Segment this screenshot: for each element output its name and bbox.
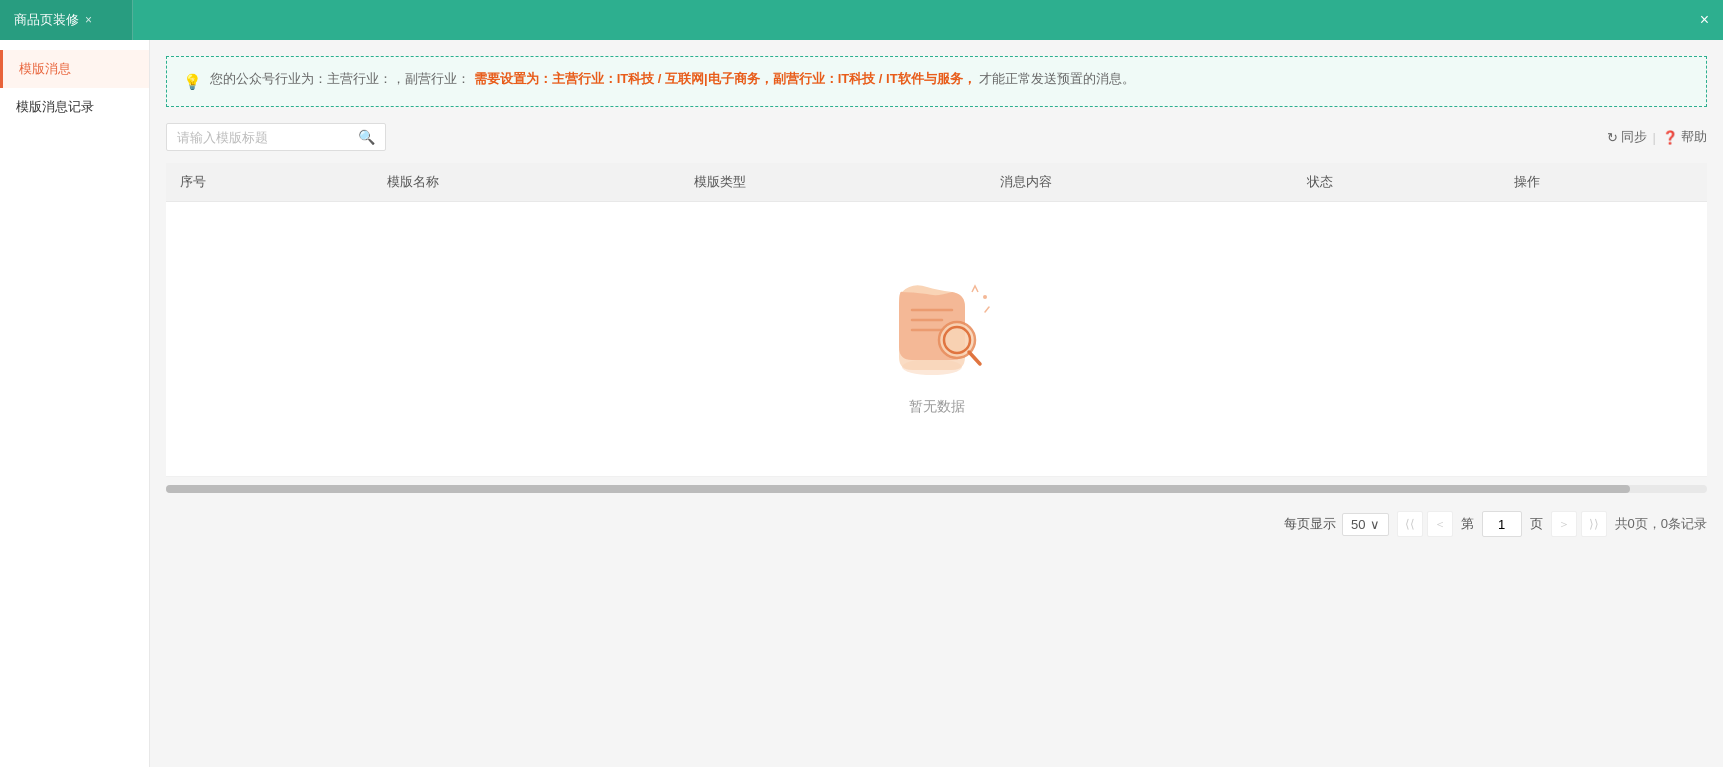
toolbar-divider: |: [1653, 130, 1656, 145]
page-size-select: 每页显示 50 ∨: [1284, 513, 1388, 536]
chevron-down-icon: ∨: [1370, 517, 1380, 532]
sidebar-item-template-msg[interactable]: 模版消息: [0, 50, 149, 88]
sidebar-item-template-record[interactable]: 模版消息记录: [0, 88, 149, 126]
table-header-row: 序号模版名称模版类型消息内容状态操作: [166, 163, 1707, 202]
page-nav: ⟨⟨ ＜ 第 页 ＞ ⟩⟩: [1397, 511, 1607, 537]
table-body: 暂无数据: [166, 202, 1707, 477]
table-header: 序号模版名称模版类型消息内容状态操作: [166, 163, 1707, 202]
sync-button[interactable]: ↻ 同步: [1607, 128, 1647, 146]
col-header-status: 状态: [1293, 163, 1500, 202]
empty-icon: [877, 262, 997, 382]
empty-text: 暂无数据: [909, 398, 965, 416]
tab-bar: 首页微商城店铺设置×商品分类设置×首页装修×商品页装修×店铺主题×开通公众号商城…: [0, 0, 1723, 40]
notice-icon: 💡: [183, 70, 202, 94]
pagination: 每页显示 50 ∨ ⟨⟨ ＜ 第 页 ＞ ⟩⟩ 共0页，0条记录: [166, 501, 1707, 547]
page-next-button[interactable]: ＞: [1551, 511, 1577, 537]
sync-label: 同步: [1621, 128, 1647, 146]
help-icon: ❓: [1662, 130, 1678, 145]
tab-close-product-page[interactable]: ×: [85, 13, 92, 27]
toolbar: 🔍 ↻ 同步 | ❓ 帮助: [166, 123, 1707, 151]
tab-product-page[interactable]: 商品页装修×: [0, 0, 133, 40]
col-header-index: 序号: [166, 163, 373, 202]
page-number-input[interactable]: [1482, 511, 1522, 537]
page-size-dropdown[interactable]: 50 ∨: [1342, 513, 1388, 536]
search-icon[interactable]: 🔍: [358, 129, 375, 145]
page-first-button[interactable]: ⟨⟨: [1397, 511, 1423, 537]
svg-point-7: [983, 295, 987, 299]
help-label: 帮助: [1681, 128, 1707, 146]
page-prev-button[interactable]: ＜: [1427, 511, 1453, 537]
sync-icon: ↻: [1607, 130, 1618, 145]
notice-suffix: 才能正常发送预置的消息。: [979, 71, 1135, 86]
col-header-action: 操作: [1500, 163, 1707, 202]
search-box: 🔍: [166, 123, 386, 151]
col-header-name: 模版名称: [373, 163, 680, 202]
notice-bar: 💡 您的公众号行业为：主营行业：，副营行业： 需要设置为：主营行业：IT科技 /…: [166, 56, 1707, 107]
page-unit: 页: [1530, 515, 1543, 533]
toolbar-right: ↻ 同步 | ❓ 帮助: [1607, 128, 1707, 146]
tabs-container: 首页微商城店铺设置×商品分类设置×首页装修×商品页装修×店铺主题×开通公众号商城…: [0, 0, 133, 40]
sidebar: 模版消息模版消息记录: [0, 40, 150, 767]
page-last-button[interactable]: ⟩⟩: [1581, 511, 1607, 537]
search-input[interactable]: [177, 130, 358, 145]
page-total: 共0页，0条记录: [1615, 515, 1707, 533]
page-size-label: 每页显示: [1284, 515, 1336, 533]
help-button[interactable]: ❓ 帮助: [1662, 128, 1707, 146]
svg-line-6: [969, 352, 980, 364]
page-size-value: 50: [1351, 517, 1365, 532]
global-close-button[interactable]: ×: [1686, 11, 1723, 29]
sidebar-container: 模版消息模版消息记录: [0, 50, 149, 126]
scroll-thumb: [166, 485, 1630, 493]
data-table: 序号模版名称模版类型消息内容状态操作: [166, 163, 1707, 477]
content-area: 💡 您的公众号行业为：主营行业：，副营行业： 需要设置为：主营行业：IT科技 /…: [150, 40, 1723, 767]
page-label: 第: [1461, 515, 1474, 533]
scroll-track[interactable]: [166, 485, 1707, 493]
notice-prefix: 您的公众号行业为：主营行业：，副营行业：: [210, 71, 470, 86]
notice-highlight: 需要设置为：主营行业：IT科技 / 互联网|电子商务，副营行业：IT科技 / I…: [474, 71, 976, 86]
table-row: 暂无数据: [166, 202, 1707, 477]
main-layout: 模版消息模版消息记录 💡 您的公众号行业为：主营行业：，副营行业： 需要设置为：…: [0, 40, 1723, 767]
empty-state: 暂无数据: [166, 202, 1707, 476]
notice-text: 您的公众号行业为：主营行业：，副营行业： 需要设置为：主营行业：IT科技 / 互…: [210, 69, 1135, 90]
col-header-type: 模版类型: [680, 163, 987, 202]
col-header-content: 消息内容: [986, 163, 1293, 202]
